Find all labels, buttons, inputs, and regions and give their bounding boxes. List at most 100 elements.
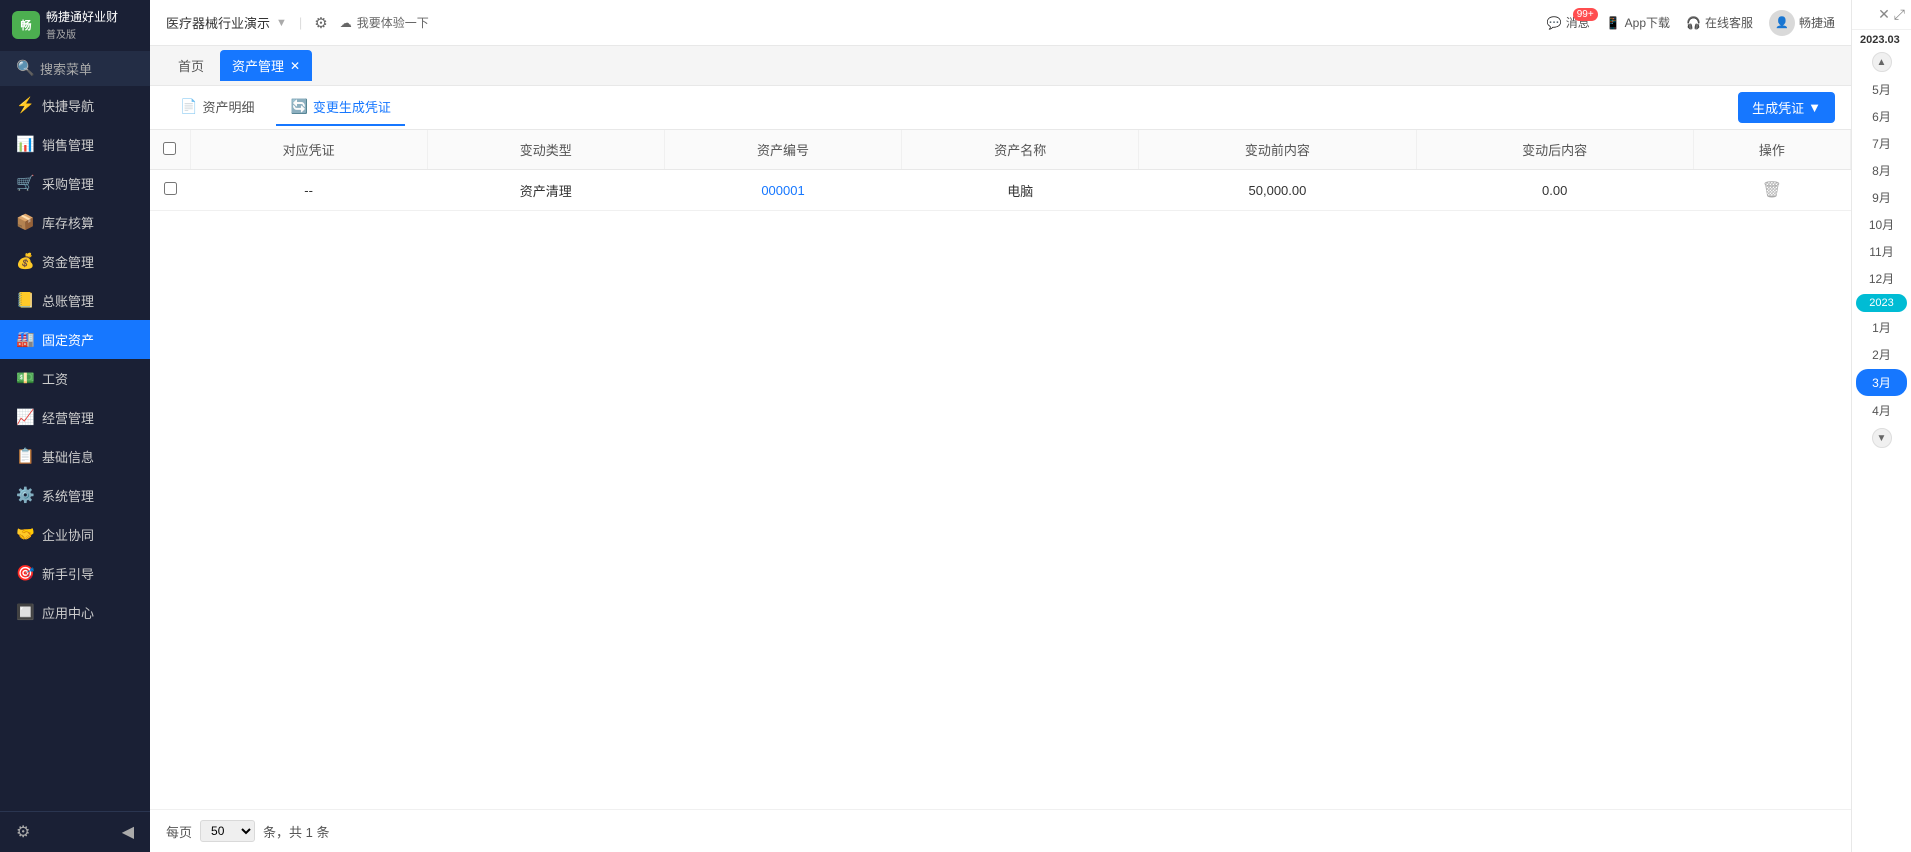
sidebar-item-inventory[interactable]: 📦 库存核算 (0, 203, 150, 242)
tab-asset-mgmt[interactable]: 资产管理 ✕ (220, 50, 312, 81)
month-9[interactable]: 9月 (1852, 184, 1911, 211)
tab-close-icon[interactable]: ✕ (290, 59, 300, 73)
tab-home[interactable]: 首页 (166, 50, 216, 81)
inventory-icon: 📦 (16, 213, 34, 231)
panel-down-btn[interactable]: ▼ (1872, 428, 1892, 448)
purchase-icon: 🛒 (16, 174, 34, 192)
month-2[interactable]: 2月 (1852, 341, 1911, 368)
finance-icon: 💰 (16, 252, 34, 270)
month-8[interactable]: 8月 (1852, 157, 1911, 184)
basic-info-icon: 📋 (16, 447, 34, 465)
month-11[interactable]: 11月 (1852, 238, 1911, 265)
messages-btn[interactable]: 💬 消息 99+ (1547, 14, 1590, 31)
experience-btn[interactable]: ☁ 我要体验一下 (340, 14, 429, 31)
th-checkbox (150, 130, 190, 170)
sidebar-item-payroll[interactable]: 💵 工资 (0, 359, 150, 398)
month-5[interactable]: 5月 (1852, 76, 1911, 103)
sidebar-item-system[interactable]: ⚙️ 系统管理 (0, 476, 150, 515)
per-page-select[interactable]: 102050100 (200, 820, 255, 842)
month-10[interactable]: 10月 (1852, 211, 1911, 238)
panel-year-label: 2023.03 (1852, 30, 1911, 48)
search-icon: 🔍 (16, 59, 34, 77)
company-dropdown-icon: ▼ (276, 17, 287, 29)
sidebar-bottom: ⚙ ◀ (0, 811, 150, 852)
row-action-0: 🗑 (1693, 170, 1850, 211)
sidebar-item-purchase[interactable]: 🛒 采购管理 (0, 164, 150, 203)
collab-icon: 🤝 (16, 525, 34, 543)
row-asset-code-0: 000001 (664, 170, 901, 211)
per-page-label: 每页 (166, 822, 192, 841)
sub-tab-asset-detail[interactable]: 📄 资产明细 (166, 89, 268, 126)
sidebar-item-quick-nav[interactable]: ⚡ 快捷导航 (0, 86, 150, 125)
customer-service-btn[interactable]: 🎧 在线客服 (1686, 14, 1753, 31)
sidebar: 畅 畅捷通好业财 普及版 🔍 搜索菜单 ⚡ 快捷导航 📊 销售管理 🛒 采购管理… (0, 0, 150, 852)
select-all-checkbox[interactable] (163, 142, 176, 155)
month-12[interactable]: 12月 (1852, 265, 1911, 292)
settings-gear-icon[interactable]: ⚙ (314, 14, 327, 32)
sidebar-item-search[interactable]: 🔍 搜索菜单 (0, 51, 150, 86)
sub-tab-change-voucher[interactable]: 🔄 变更生成凭证 (276, 89, 404, 126)
row-checkbox-0[interactable] (164, 182, 177, 195)
sidebar-item-basic-info[interactable]: 📋 基础信息 (0, 437, 150, 476)
sidebar-item-fixed-assets[interactable]: 🏭 固定资产 (0, 320, 150, 359)
total-text: 条，共 1 条 (263, 822, 329, 841)
sidebar-logo: 畅 畅捷通好业财 普及版 (0, 0, 150, 51)
sidebar-item-sales[interactable]: 📊 销售管理 (0, 125, 150, 164)
delete-row-0-btn[interactable]: 🗑 (1762, 180, 1782, 200)
user-btn[interactable]: 👤 畅捷通 (1769, 10, 1835, 36)
month-3-current[interactable]: 3月 (1856, 369, 1907, 396)
management-icon: 📈 (16, 408, 34, 426)
settings-bottom-icon[interactable]: ⚙ (16, 822, 30, 842)
company-selector[interactable]: 医疗器械行业演示 ▼ (166, 13, 287, 32)
row-before-change-0: 50,000.00 (1139, 170, 1416, 211)
change-voucher-icon: 🔄 (290, 98, 307, 115)
collapse-icon[interactable]: ◀ (122, 822, 134, 842)
panel-up-btn[interactable]: ▲ (1872, 52, 1892, 72)
month-1[interactable]: 1月 (1852, 314, 1911, 341)
month-7[interactable]: 7月 (1852, 130, 1911, 157)
th-asset-name: 资产名称 (902, 130, 1139, 170)
th-change-type: 变动类型 (427, 130, 664, 170)
company-name: 医疗器械行业演示 (166, 13, 270, 32)
avatar: 👤 (1769, 10, 1795, 36)
row-change-type-0: 资产清理 (427, 170, 664, 211)
table-wrap: 对应凭证 变动类型 资产编号 资产名称 变动前内容 变动后内容 操作 -- 资产… (150, 130, 1851, 809)
expand-panel-icon[interactable]: ⤢ (1894, 6, 1905, 23)
sidebar-item-collab[interactable]: 🤝 企业协同 (0, 515, 150, 554)
topbar-separator: | (299, 15, 302, 30)
logo-sub: 普及版 (46, 26, 118, 41)
th-action: 操作 (1693, 130, 1850, 170)
month-6[interactable]: 6月 (1852, 103, 1911, 130)
th-asset-code: 资产编号 (664, 130, 901, 170)
right-panel-header: ✕ ⤢ (1852, 0, 1911, 30)
month-4[interactable]: 4月 (1852, 397, 1911, 424)
th-voucher: 对应凭证 (190, 130, 427, 170)
table-row: -- 资产清理 000001 电脑 50,000.00 0.00 🗑 (150, 170, 1851, 211)
app-download-icon: 📱 (1606, 16, 1621, 30)
sidebar-item-ledger[interactable]: 📒 总账管理 (0, 281, 150, 320)
sidebar-item-finance[interactable]: 💰 资金管理 (0, 242, 150, 281)
logo-icon: 畅 (12, 11, 40, 39)
generate-voucher-button[interactable]: 生成凭证 ▼ (1738, 92, 1835, 123)
table-body: -- 资产清理 000001 电脑 50,000.00 0.00 🗑 (150, 170, 1851, 211)
panel-scroll: 2023.03 ▲ 5月 6月 7月 8月 9月 10月 11月 12月 202… (1852, 30, 1911, 852)
close-panel-icon[interactable]: ✕ (1878, 6, 1890, 23)
year-2023-badge[interactable]: 2023 (1856, 294, 1907, 312)
sidebar-item-guide[interactable]: 🎯 新手引导 (0, 554, 150, 593)
asset-detail-icon: 📄 (180, 98, 197, 115)
table-header-row: 对应凭证 变动类型 资产编号 资产名称 变动前内容 变动后内容 操作 (150, 130, 1851, 170)
topbar-right: 💬 消息 99+ 📱 App下载 🎧 在线客服 👤 畅捷通 (1547, 10, 1835, 36)
sidebar-item-app-center[interactable]: 🔲 应用中心 (0, 593, 150, 632)
experience-icon: ☁ (340, 16, 352, 30)
content-area: 📄 资产明细 🔄 变更生成凭证 生成凭证 ▼ 对应凭证 (150, 86, 1851, 852)
nav-tabs: 首页 资产管理 ✕ (150, 46, 1851, 86)
guide-icon: 🎯 (16, 564, 34, 582)
app-download-btn[interactable]: 📱 App下载 (1606, 14, 1670, 31)
messages-badge: 99+ (1573, 8, 1598, 21)
th-after-change: 变动后内容 (1416, 130, 1693, 170)
payroll-icon: 💵 (16, 369, 34, 387)
sidebar-item-management[interactable]: 📈 经营管理 (0, 398, 150, 437)
sub-tabs: 📄 资产明细 🔄 变更生成凭证 生成凭证 ▼ (150, 86, 1851, 130)
pagination: 每页 102050100 条，共 1 条 (150, 809, 1851, 852)
row-after-change-0: 0.00 (1416, 170, 1693, 211)
